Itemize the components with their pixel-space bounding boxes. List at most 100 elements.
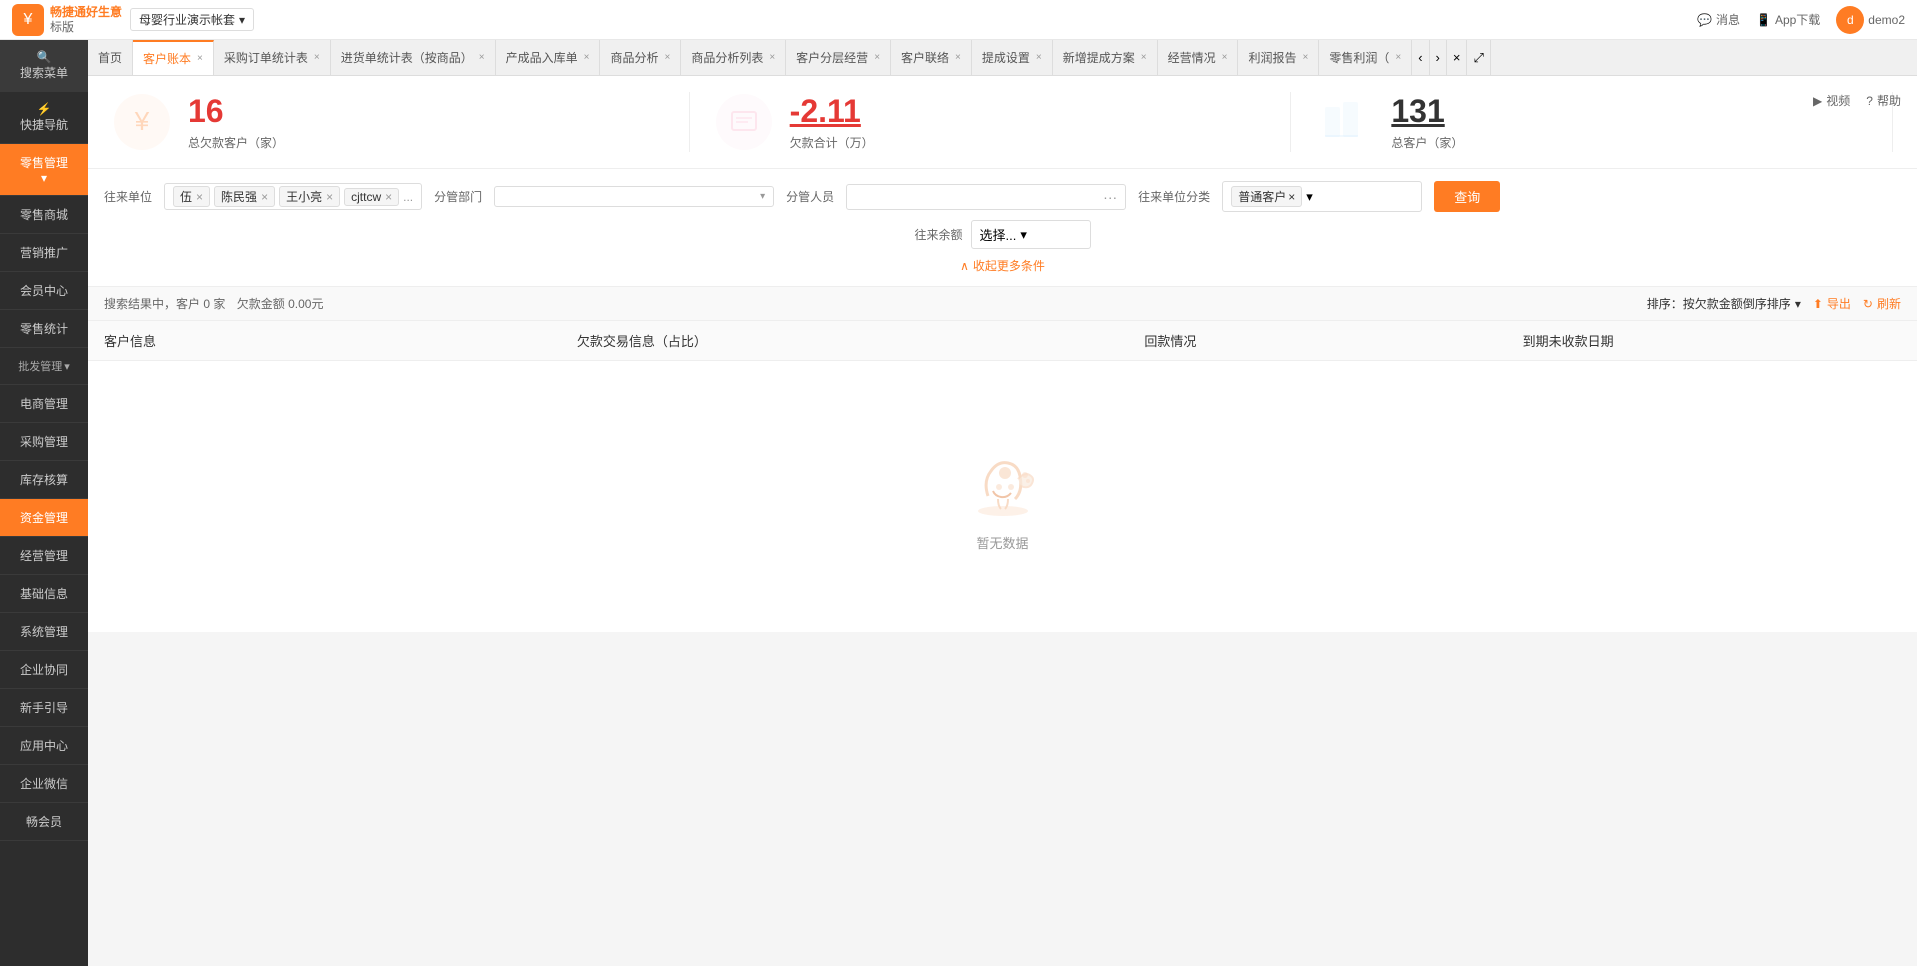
tab-retail-profit[interactable]: 零售利润（ × [1319,40,1412,76]
dept-label: 分管部门 [434,188,482,205]
tab-customers[interactable]: 客户账本 × [133,40,214,76]
tab-customer-contact-close[interactable]: × [955,52,961,63]
marketing-label: 营销推广 [6,244,82,261]
tab-product-list-label: 商品分析列表 [691,49,763,66]
tab-customers-close[interactable]: × [197,53,203,64]
wholesale-label: 批发管理 [18,358,62,374]
sidebar-item-basic[interactable]: 基础信息 [0,575,88,613]
tab-customer-segment[interactable]: 客户分层经营 × [786,40,891,76]
message-label: 消息 [1716,11,1740,28]
collapse-btn[interactable]: ∧ 收起更多条件 [960,257,1045,274]
tab-product-list[interactable]: 商品分析列表 × [681,40,786,76]
query-button[interactable]: 查询 [1434,181,1500,212]
tab-cost-inbound-close[interactable]: × [584,52,590,63]
export-btn[interactable]: ⬆ 导出 [1813,295,1851,312]
tab-product-analysis-close[interactable]: × [664,52,670,63]
industry-select[interactable]: 母婴行业演示帐套 ▾ [130,8,254,31]
tab-promote-settings[interactable]: 提成设置 × [972,40,1053,76]
tab-purchase-stats[interactable]: 采购订单统计表 × [214,40,331,76]
inventory-label: 库存核算 [6,471,82,488]
sidebar-item-retail-mall[interactable]: 零售商城 [0,196,88,234]
data-table: 客户信息 欠款交易信息（占比） 回款情况 到期未收款日期 [88,321,1917,632]
tab-cost-inbound[interactable]: 产成品入库单 × [496,40,601,76]
dept-select[interactable]: ▾ [494,186,774,207]
sidebar-item-ecommerce[interactable]: 电商管理 [0,385,88,423]
tab-customer-segment-close[interactable]: × [874,52,880,63]
sidebar-item-quick-nav[interactable]: ⚡ 快捷导航 [0,92,88,144]
filter-row-2: 往来余额 选择... ▾ [104,220,1901,249]
empty-text: 暂无数据 [976,533,1028,552]
tag-cjttcw-close[interactable]: × [385,190,392,204]
message-btn[interactable]: 💬 消息 [1697,11,1740,28]
sidebar-item-search[interactable]: 🔍 搜索菜单 [0,40,88,92]
customers-icon [1315,92,1375,152]
tab-nav-prev[interactable]: ‹ [1412,40,1429,76]
sidebar-item-retail[interactable]: 零售管理 ▾ [0,144,88,196]
filter-area: 往来单位 伍 × 陈民强 × 王小亮 × [88,169,1917,287]
sort-select[interactable]: 排序：按欠款金额倒序排序 ▾ [1647,295,1801,312]
tab-profit-report-close[interactable]: × [1302,52,1308,63]
sidebar-item-business[interactable]: 经营管理 [0,537,88,575]
retail-mall-label: 零售商城 [6,206,82,223]
sidebar-item-newbie[interactable]: 新手引导 [0,689,88,727]
filter-row-1: 往来单位 伍 × 陈民强 × 王小亮 × [104,181,1901,212]
tab-promote-settings-close[interactable]: × [1036,52,1042,63]
person-select[interactable]: ··· [846,184,1126,210]
tab-profit-report[interactable]: 利润报告 × [1238,40,1319,76]
stat-debtors-text: 16 总欠款客户（家） [188,93,284,151]
sidebar-item-wechat[interactable]: 企业微信 [0,765,88,803]
sidebar-item-finance[interactable]: 资金管理 [0,499,88,537]
sidebar-item-purchase[interactable]: 采购管理 [0,423,88,461]
stat-debt-total: -2.11 欠款合计（万） [690,92,1292,152]
classify-tag-close[interactable]: × [1288,190,1295,204]
tab-purchase-stats-close[interactable]: × [314,52,320,63]
user-profile[interactable]: d demo2 [1836,6,1905,34]
sort-arrow-icon: ▾ [1795,297,1801,311]
tab-business-status-close[interactable]: × [1222,52,1228,63]
tab-new-promote-close[interactable]: × [1141,52,1147,63]
tab-close-all[interactable]: × [1447,40,1468,76]
tab-profit-report-label: 利润报告 [1248,49,1296,66]
sidebar-item-inventory[interactable]: 库存核算 [0,461,88,499]
tab-inbound-stats-close[interactable]: × [479,52,485,63]
classify-label: 往来单位分类 [1138,188,1210,205]
app-download-btn[interactable]: 📱 App下载 [1756,11,1820,28]
header-right: 💬 消息 📱 App下载 d demo2 [1697,6,1905,34]
tab-nav-next[interactable]: › [1430,40,1447,76]
video-btn[interactable]: ▶ 视频 [1813,92,1850,109]
sidebar-item-vip[interactable]: 畅会员 [0,803,88,841]
sidebar-item-wholesale[interactable]: 批发管理 ▾ [0,348,88,385]
tab-business-status[interactable]: 经营情况 × [1158,40,1239,76]
tab-home[interactable]: 首页 [88,40,133,76]
main-layout: 🔍 搜索菜单 ⚡ 快捷导航 零售管理 ▾ 零售商城 营销推广 会员中心 零售统计… [0,40,1917,966]
tab-fullscreen[interactable]: ⤢ [1467,40,1490,76]
tab-product-list-close[interactable]: × [769,52,775,63]
newbie-label: 新手引导 [6,699,82,716]
classify-select[interactable]: 普通客户 × ▾ [1222,181,1422,212]
sidebar-item-system[interactable]: 系统管理 [0,613,88,651]
tab-product-analysis[interactable]: 商品分析 × [600,40,681,76]
tag-chen-close[interactable]: × [261,190,268,204]
stat-total-text: 131 总客户（家） [1391,93,1463,151]
tab-retail-profit-close[interactable]: × [1395,52,1401,63]
search-icon: 🔍 [37,50,52,64]
sidebar-item-member[interactable]: 会员中心 [0,272,88,310]
header-left: ¥ 畅捷通好生意 标版 母婴行业演示帐套 ▾ [12,4,254,36]
refresh-btn[interactable]: ↻ 刷新 [1863,295,1901,312]
tab-inbound-stats[interactable]: 进货单统计表（按商品） × [331,40,496,76]
help-btn[interactable]: ? 帮助 [1866,92,1901,109]
finance-label: 资金管理 [6,509,82,526]
debt-icon [714,92,774,152]
sidebar-item-retail-stats[interactable]: 零售统计 [0,310,88,348]
unit-tag-input[interactable]: 伍 × 陈民强 × 王小亮 × cjttcw × [164,183,422,210]
tab-customer-contact[interactable]: 客户联络 × [891,40,972,76]
sidebar-item-appstore[interactable]: 应用中心 [0,727,88,765]
sidebar-item-marketing[interactable]: 营销推广 [0,234,88,272]
tab-new-promote[interactable]: 新增提成方案 × [1053,40,1158,76]
appstore-label: 应用中心 [6,737,82,754]
tag-wu-close[interactable]: × [196,190,203,204]
tag-wang-close[interactable]: × [326,190,333,204]
sidebar-item-enterprise[interactable]: 企业协同 [0,651,88,689]
balance-select[interactable]: 选择... ▾ [971,220,1091,249]
tag-more[interactable]: ... [403,190,413,204]
